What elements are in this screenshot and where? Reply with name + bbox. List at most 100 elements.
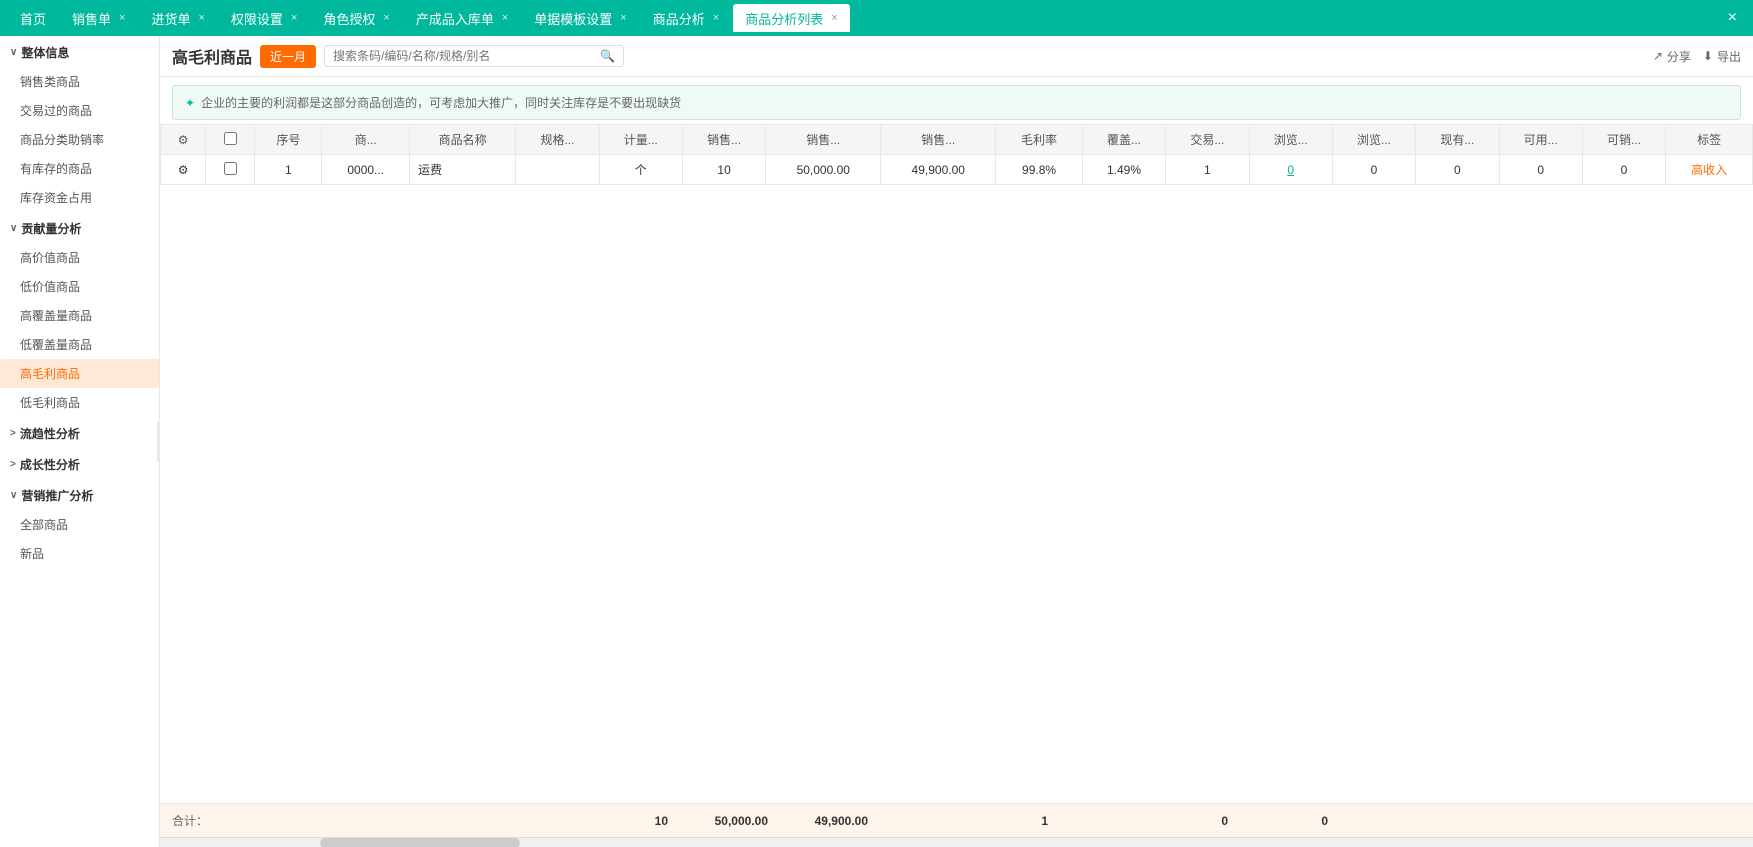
cell-settings[interactable]: ⚙: [161, 155, 206, 185]
footer-trade-count: 1: [968, 814, 1048, 828]
col-header-unit[interactable]: 计量...: [599, 125, 682, 155]
col-header-coverage[interactable]: 覆盖...: [1082, 125, 1165, 155]
cell-available_stock: 0: [1499, 155, 1582, 185]
sidebar-item-高毛利商品[interactable]: 高毛利商品: [0, 359, 159, 388]
tag-label: 高收入: [1691, 163, 1727, 177]
search-box: 🔍: [324, 45, 624, 67]
cell-gross_margin: 99.8%: [996, 155, 1083, 185]
filter-recent-month-button[interactable]: 近一月: [260, 45, 316, 68]
col-header-browse2[interactable]: 浏览...: [1332, 125, 1415, 155]
sidebar-item-新品[interactable]: 新品: [0, 539, 159, 568]
search-icon[interactable]: 🔍: [600, 49, 615, 63]
col-header-settings[interactable]: ⚙: [161, 125, 206, 155]
nav-item-商品分析列表[interactable]: 商品分析列表×: [733, 4, 849, 32]
col-header-spec[interactable]: 规格...: [516, 125, 599, 155]
nav-close-进货单[interactable]: ×: [198, 12, 204, 24]
data-table: ⚙序号商...商品名称规格...计量...销售...销售...销售...毛利率覆…: [160, 124, 1753, 185]
col-header-tag[interactable]: 标签: [1666, 125, 1753, 155]
nav-item-进货单[interactable]: 进货单×: [139, 4, 216, 32]
col-header-browse1[interactable]: 浏览...: [1249, 125, 1332, 155]
sidebar-group-流趋性分析[interactable]: >流趋性分析: [0, 417, 159, 448]
col-header-available_stock[interactable]: 可用...: [1499, 125, 1582, 155]
nav-close-产成品入库单[interactable]: ×: [502, 12, 508, 24]
col-header-sales_cost[interactable]: 销售...: [881, 125, 996, 155]
scroll-thumb[interactable]: [320, 838, 520, 847]
row-checkbox[interactable]: [224, 162, 237, 175]
nav-close-单据模板设置[interactable]: ×: [620, 12, 626, 24]
group-arrow-icon: >: [10, 459, 16, 470]
sidebar-group-营销推广分析[interactable]: ∨营销推广分析: [0, 479, 159, 510]
sidebar-item-低毛利商品[interactable]: 低毛利商品: [0, 388, 159, 417]
sidebar-item-商品分类助销率[interactable]: 商品分类助销率: [0, 125, 159, 154]
cell-browse1[interactable]: 0: [1249, 155, 1332, 185]
sidebar-item-库存资金占用[interactable]: 库存资金占用: [0, 183, 159, 212]
main-layout: « ∨整体信息销售类商品交易过的商品商品分类助销率有库存的商品库存资金占用∨贡献…: [0, 36, 1753, 847]
nav-close-角色授权[interactable]: ×: [383, 12, 389, 24]
col-header-sales_qty[interactable]: 销售...: [682, 125, 765, 155]
footer-available-stock: 0: [1248, 814, 1328, 828]
nav-item-销售单[interactable]: 销售单×: [60, 4, 137, 32]
cell-coverage: 1.49%: [1082, 155, 1165, 185]
search-input[interactable]: [333, 49, 596, 63]
info-bar: ✦ 企业的主要的利润都是这部分商品创造的，可考虑加大推广，同时关注库存是不要出现…: [172, 85, 1741, 120]
export-icon: ⬇: [1703, 49, 1713, 63]
nav-close-销售单[interactable]: ×: [119, 12, 125, 24]
col-header-no[interactable]: 序号: [255, 125, 322, 155]
info-icon: ✦: [185, 96, 195, 110]
link-browse1[interactable]: 0: [1287, 163, 1294, 177]
sidebar-item-交易过的商品[interactable]: 交易过的商品: [0, 96, 159, 125]
nav-item-产成品入库单[interactable]: 产成品入库单×: [404, 4, 520, 32]
nav-item-商品分析[interactable]: 商品分析×: [641, 4, 731, 32]
page-title: 高毛利商品: [172, 44, 252, 68]
sidebar-collapse-button[interactable]: «: [157, 422, 160, 462]
sidebar-item-全部商品[interactable]: 全部商品: [0, 510, 159, 539]
col-header-name[interactable]: 商品名称: [410, 125, 516, 155]
footer-sales-cost: 49,900.00: [788, 814, 868, 828]
nav-close-商品分析列表[interactable]: ×: [831, 12, 837, 24]
settings-icon[interactable]: ⚙: [178, 133, 189, 147]
top-nav: 首页销售单×进货单×权限设置×角色授权×产成品入库单×单据模板设置×商品分析×商…: [0, 0, 1753, 36]
horizontal-scrollbar[interactable]: [160, 837, 1753, 847]
col-header-gross_margin[interactable]: 毛利率: [996, 125, 1083, 155]
col-header-trade_count[interactable]: 交易...: [1166, 125, 1249, 155]
sidebar-group-贡献量分析[interactable]: ∨贡献量分析: [0, 212, 159, 243]
window-close-button[interactable]: ×: [1720, 9, 1745, 27]
header-actions: ↗ 分享 ⬇ 导出: [1653, 48, 1741, 65]
sidebar: « ∨整体信息销售类商品交易过的商品商品分类助销率有库存的商品库存资金占用∨贡献…: [0, 36, 160, 847]
cell-tag: 高收入: [1666, 155, 1753, 185]
footer-label: 合计：: [172, 812, 208, 829]
nav-item-角色授权[interactable]: 角色授权×: [311, 4, 401, 32]
cell-unit: 个: [599, 155, 682, 185]
sidebar-item-高价值商品[interactable]: 高价值商品: [0, 243, 159, 272]
group-arrow-icon: ∨: [10, 223, 17, 234]
share-icon: ↗: [1653, 49, 1663, 63]
sidebar-item-高覆盖量商品[interactable]: 高覆盖量商品: [0, 301, 159, 330]
col-header-check[interactable]: [206, 125, 255, 155]
col-header-sales_amount[interactable]: 销售...: [766, 125, 881, 155]
nav-close-权限设置[interactable]: ×: [291, 12, 297, 24]
col-header-sellable_stock[interactable]: 可销...: [1582, 125, 1665, 155]
cell-browse2: 0: [1332, 155, 1415, 185]
sidebar-item-有库存的商品[interactable]: 有库存的商品: [0, 154, 159, 183]
nav-item-权限设置[interactable]: 权限设置×: [219, 4, 309, 32]
sidebar-item-低价值商品[interactable]: 低价值商品: [0, 272, 159, 301]
nav-item-单据模板设置[interactable]: 单据模板设置×: [522, 4, 638, 32]
cell-sales_amount: 50,000.00: [766, 155, 881, 185]
nav-close-商品分析[interactable]: ×: [713, 12, 719, 24]
export-button[interactable]: ⬇ 导出: [1703, 48, 1741, 65]
sidebar-item-低覆盖量商品[interactable]: 低覆盖量商品: [0, 330, 159, 359]
share-button[interactable]: ↗ 分享: [1653, 48, 1691, 65]
cell-sales_qty: 10: [682, 155, 765, 185]
nav-item-首页[interactable]: 首页: [8, 4, 58, 32]
col-header-current_stock[interactable]: 现有...: [1416, 125, 1499, 155]
select-all-checkbox[interactable]: [224, 132, 237, 145]
table-container: ⚙序号商...商品名称规格...计量...销售...销售...销售...毛利率覆…: [160, 124, 1753, 803]
row-settings-icon[interactable]: ⚙: [178, 163, 189, 177]
content-header: 高毛利商品 近一月 🔍 ↗ 分享 ⬇ 导出: [160, 36, 1753, 77]
table-row: ⚙10000...运费个1050,000.0049,900.0099.8%1.4…: [161, 155, 1753, 185]
sidebar-group-成长性分析[interactable]: >成长性分析: [0, 448, 159, 479]
col-header-code[interactable]: 商...: [322, 125, 410, 155]
sidebar-item-销售类商品[interactable]: 销售类商品: [0, 67, 159, 96]
cell-check[interactable]: [206, 155, 255, 185]
sidebar-group-整体信息[interactable]: ∨整体信息: [0, 36, 159, 67]
